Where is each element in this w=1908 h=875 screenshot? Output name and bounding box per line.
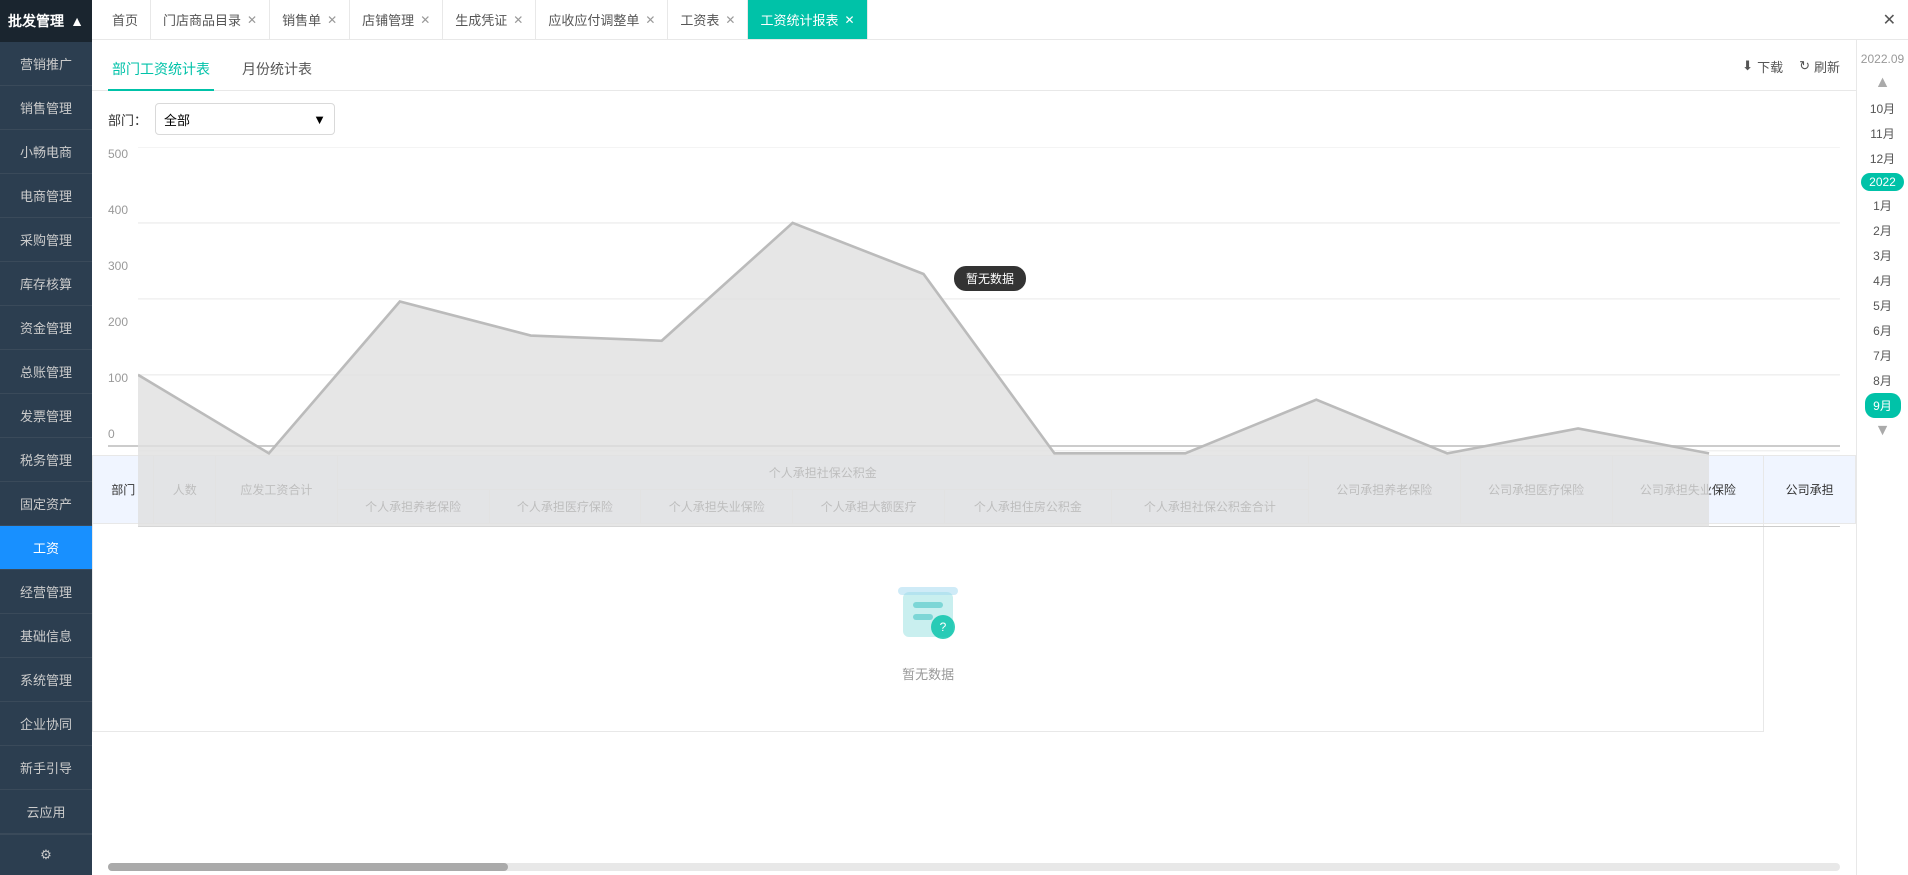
chevron-down-icon: ▼ [313,112,326,127]
refresh-button[interactable]: ↻ 刷新 [1799,57,1840,76]
chart-svg [138,147,1840,527]
sidebar-header[interactable]: 批发管理 ▲ [0,0,92,42]
sub-tabs: 部门工资统计表 月份统计表 ⬇ 下载 ↻ 刷新 [92,40,1856,91]
timeline-month-8[interactable]: 8月 [1857,368,1908,393]
main-area: 首页 门店商品目录 ✕ 销售单 ✕ 店铺管理 ✕ 生成凭证 ✕ 应收应付调整单 … [92,0,1908,875]
timeline-panel: 2022.09 ▲ 10月 11月 12月 2022 1月 2月 3月 4月 5… [1856,40,1908,875]
table-scrollbar-thumb[interactable] [108,863,508,871]
sidebar-item-ecommerce-small[interactable]: 小畅电商 [0,130,92,174]
sidebar-item-guide[interactable]: 新手引导 [0,746,92,790]
tab-home[interactable]: 首页 [100,0,151,39]
sidebar-item-ecommerce[interactable]: 电商管理 [0,174,92,218]
toolbar-left: 部门： 全部 ▼ [108,103,335,135]
timeline-month-3[interactable]: 3月 [1857,243,1908,268]
sidebar-item-enterprise[interactable]: 企业协同 [0,702,92,746]
sidebar-item-operations[interactable]: 经营管理 [0,570,92,614]
tab-product-catalog[interactable]: 门店商品目录 ✕ [151,0,270,39]
tab-close-store-mgmt[interactable]: ✕ [420,13,430,27]
tab-close-voucher[interactable]: ✕ [513,13,523,27]
table-empty-row: ? 暂无数据 [93,524,1764,732]
sidebar-item-sales[interactable]: 销售管理 [0,86,92,130]
tab-bar: 首页 门店商品目录 ✕ 销售单 ✕ 店铺管理 ✕ 生成凭证 ✕ 应收应付调整单 … [92,0,1908,40]
tab-voucher[interactable]: 生成凭证 ✕ [443,0,536,39]
dept-label: 部门： [108,110,147,129]
timeline-month-1[interactable]: 1月 [1857,193,1908,218]
sidebar-item-finance[interactable]: 资金管理 [0,306,92,350]
tab-close-product-catalog[interactable]: ✕ [247,13,257,27]
tab-salary-report[interactable]: 工资统计报表 ✕ [748,0,867,39]
timeline-month-9[interactable]: 9月 [1865,393,1901,418]
refresh-icon: ↻ [1799,58,1810,74]
sidebar-item-invoice[interactable]: 发票管理 [0,394,92,438]
download-icon: ⬇ [1742,58,1753,74]
timeline-month-10[interactable]: 10月 [1857,96,1908,121]
sub-tab-dept-stats[interactable]: 部门工资统计表 [108,53,214,91]
timeline-month-6[interactable]: 6月 [1857,318,1908,343]
tab-receivable[interactable]: 应收应付调整单 ✕ [536,0,668,39]
tab-store-mgmt[interactable]: 店铺管理 ✕ [350,0,443,39]
timeline-down-arrow[interactable]: ▼ [1871,418,1895,444]
timeline-month-2[interactable]: 2月 [1857,218,1908,243]
sidebar: 批发管理 ▲ 营销推广 销售管理 小畅电商 电商管理 采购管理 库存核算 资金管… [0,0,92,875]
timeline-year-badge: 2022 [1861,173,1904,191]
sidebar-item-tax[interactable]: 税务管理 [0,438,92,482]
sidebar-item-ledger[interactable]: 总账管理 [0,350,92,394]
sidebar-item-assets[interactable]: 固定资产 [0,482,92,526]
sub-tab-month-stats[interactable]: 月份统计表 [238,53,316,91]
timeline-month-4[interactable]: 4月 [1857,268,1908,293]
empty-label: 暂无数据 [902,664,954,683]
timeline-month-5[interactable]: 5月 [1857,293,1908,318]
chart-area: 500 400 300 200 100 0 [92,147,1856,447]
sidebar-header-text: 批发管理 [8,11,64,31]
timeline-year-2022-label: 2022.09 [1857,48,1908,70]
timeline-month-12[interactable]: 12月 [1857,146,1908,171]
chart-y-labels: 500 400 300 200 100 0 [108,147,128,445]
main-content: 部门工资统计表 月份统计表 ⬇ 下载 ↻ 刷新 [92,40,1856,875]
tab-sales-order[interactable]: 销售单 ✕ [270,0,350,39]
content-area: 部门工资统计表 月份统计表 ⬇ 下载 ↻ 刷新 [92,40,1908,875]
table-scrollbar[interactable] [108,863,1840,871]
tab-close-sales-order[interactable]: ✕ [327,13,337,27]
tab-salary-table[interactable]: 工资表 ✕ [668,0,748,39]
sidebar-settings-button[interactable]: ⚙ [0,834,92,875]
toolbar: 部门： 全部 ▼ [92,91,1856,147]
timeline-up-arrow[interactable]: ▲ [1871,70,1895,96]
sidebar-item-salary[interactable]: 工资 [0,526,92,570]
tab-close-salary-table[interactable]: ✕ [725,13,735,27]
tab-close-receivable[interactable]: ✕ [645,13,655,27]
tab-bar-close-all[interactable]: ✕ [1879,6,1900,34]
dept-select[interactable]: 全部 ▼ [155,103,335,135]
sidebar-item-inventory[interactable]: 库存核算 [0,262,92,306]
chart-container: 500 400 300 200 100 0 [108,147,1840,447]
download-button[interactable]: ⬇ 下载 [1742,57,1783,76]
tab-close-salary-report[interactable]: ✕ [845,13,855,27]
sidebar-item-system[interactable]: 系统管理 [0,658,92,702]
timeline-month-11[interactable]: 11月 [1857,121,1908,146]
tab-bar-actions: ✕ [1879,6,1900,34]
empty-icon: ? [888,572,968,652]
svg-text:?: ? [940,620,947,634]
timeline-month-7[interactable]: 7月 [1857,343,1908,368]
sidebar-item-basic[interactable]: 基础信息 [0,614,92,658]
empty-state: ? 暂无数据 [105,532,1751,723]
sidebar-item-purchase[interactable]: 采购管理 [0,218,92,262]
sidebar-collapse-icon[interactable]: ▲ [70,13,84,29]
sidebar-item-marketing[interactable]: 营销推广 [0,42,92,86]
sidebar-item-cloud[interactable]: 云应用 [0,790,92,834]
